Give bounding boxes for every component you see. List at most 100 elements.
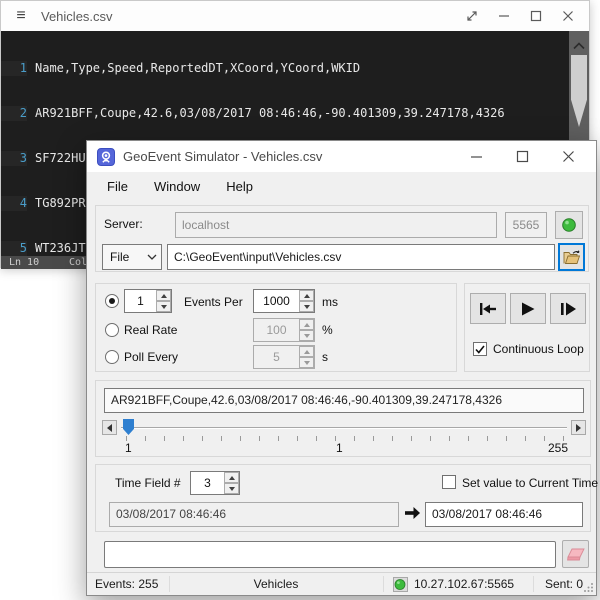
menu-window[interactable]: Window: [154, 179, 200, 194]
menu-help[interactable]: Help: [226, 179, 253, 194]
slider-right-button[interactable]: [571, 420, 586, 435]
simulated-time-field[interactable]: 03/08/2017 08:46:46: [425, 502, 583, 527]
server-address: 10.27.102.67:5565: [414, 577, 514, 591]
continuous-loop-label: Continuous Loop: [493, 342, 584, 356]
set-current-time-checkbox[interactable]: [442, 475, 456, 489]
play-icon: [519, 301, 537, 317]
close-icon[interactable]: [559, 7, 577, 25]
slider-left-button[interactable]: [102, 420, 117, 435]
current-event-field[interactable]: AR921BFF,Coupe,42.6,03/08/2017 08:46:46,…: [104, 388, 584, 413]
events-per-radio[interactable]: [105, 294, 119, 308]
simulation-name: Vehicles: [169, 577, 383, 591]
editor-window-title: Vehicles.csv: [41, 9, 463, 24]
check-icon: [475, 345, 485, 354]
spin-up-icon[interactable]: [299, 346, 314, 357]
events-count: Events: 255: [95, 577, 158, 591]
desktop: ≡ Vehicles.csv 1Name,Type,Speed,Reporte: [0, 0, 600, 600]
menubar: File Window Help: [87, 172, 596, 201]
real-rate-spinner[interactable]: 100: [253, 318, 315, 342]
connection-status-icon: [393, 577, 408, 592]
expand-icon[interactable]: [463, 7, 481, 25]
chevron-down-icon: [143, 254, 161, 260]
events-per-label: Events Per: [184, 295, 243, 309]
geoevent-app-icon: [97, 148, 115, 166]
maps-to-arrow-icon: [404, 506, 421, 520]
slider-ticks: [126, 436, 566, 441]
geoevent-simulator-window: GeoEvent Simulator - Vehicles.csv File W…: [86, 140, 597, 596]
column-indicator: Col: [69, 256, 87, 269]
rate-group: 1 Events Per 1000 ms Real Rate 100 % Pol…: [95, 283, 457, 372]
event-count-spinner[interactable]: 1: [124, 289, 172, 313]
connected-icon: [561, 217, 577, 233]
minimize-icon[interactable]: [495, 7, 513, 25]
spin-up-icon[interactable]: [299, 290, 314, 301]
step-forward-icon: [558, 301, 578, 317]
spin-up-icon[interactable]: [156, 290, 171, 301]
play-button[interactable]: [510, 293, 546, 324]
minimize-icon[interactable]: [466, 147, 486, 167]
arrow-right-icon: [576, 424, 581, 432]
source-type-dropdown[interactable]: File: [102, 244, 162, 270]
simulator-titlebar: GeoEvent Simulator - Vehicles.csv: [87, 141, 596, 172]
slider-min-label: 1: [125, 441, 132, 455]
connect-button[interactable]: [555, 211, 583, 239]
simulator-statusbar: Events: 255 Vehicles 10.27.102.67:5565 S…: [87, 572, 596, 595]
server-port-field[interactable]: 5565: [505, 212, 547, 238]
sent-count: Sent: 0: [545, 577, 583, 591]
skip-to-start-icon: [478, 301, 498, 317]
playback-group: Continuous Loop: [464, 283, 590, 372]
simulator-window-title: GeoEvent Simulator - Vehicles.csv: [123, 149, 466, 164]
editor-titlebar: ≡ Vehicles.csv: [1, 1, 589, 31]
real-rate-radio[interactable]: [105, 323, 119, 337]
arrow-left-icon: [107, 424, 112, 432]
spin-down-icon[interactable]: [156, 301, 171, 312]
percent-unit-label: %: [322, 323, 333, 337]
ms-unit-label: ms: [322, 295, 338, 309]
slider-max-label: 255: [548, 441, 568, 455]
scrollbar-thumb[interactable]: [571, 55, 587, 127]
hamburger-menu-icon[interactable]: ≡: [1, 7, 41, 25]
interval-spinner[interactable]: 1000: [253, 289, 315, 313]
eraser-icon: [567, 548, 585, 561]
close-icon[interactable]: [558, 147, 578, 167]
continuous-loop-checkbox[interactable]: [473, 342, 487, 356]
maximize-icon[interactable]: [512, 147, 532, 167]
set-current-time-label: Set value to Current Time: [462, 476, 598, 490]
maximize-icon[interactable]: [527, 7, 545, 25]
spin-down-icon[interactable]: [299, 330, 314, 341]
spin-down-icon[interactable]: [299, 357, 314, 368]
time-field-spinner[interactable]: 3: [190, 471, 240, 495]
preview-group: AR921BFF,Coupe,42.6,03/08/2017 08:46:46,…: [95, 380, 591, 457]
slider-current-label: 1: [336, 441, 343, 455]
poll-every-radio[interactable]: [105, 350, 119, 364]
real-rate-label: Real Rate: [124, 323, 177, 337]
server-label: Server:: [104, 217, 143, 231]
server-host-field[interactable]: localhost: [175, 212, 497, 238]
clear-log-button[interactable]: [562, 540, 589, 568]
event-slider-thumb[interactable]: [123, 419, 134, 435]
file-path-field[interactable]: C:\GeoEvent\input\Vehicles.csv: [167, 244, 555, 270]
menu-file[interactable]: File: [107, 179, 128, 194]
spin-up-icon[interactable]: [224, 472, 239, 483]
seconds-unit-label: s: [322, 350, 328, 364]
csv-line: 2AR921BFF,Coupe,42.6,03/08/2017 08:46:46…: [1, 106, 569, 121]
poll-spinner[interactable]: 5: [253, 345, 315, 369]
scroll-up-icon[interactable]: [573, 37, 585, 55]
poll-every-label: Poll Every: [124, 350, 178, 364]
message-log-field[interactable]: [104, 541, 556, 568]
spin-down-icon[interactable]: [224, 483, 239, 494]
skip-to-start-button[interactable]: [470, 293, 506, 324]
resize-grip[interactable]: [583, 582, 594, 593]
csv-line: 1Name,Type,Speed,ReportedDT,XCoord,YCoor…: [1, 61, 569, 76]
browse-file-button[interactable]: [558, 243, 585, 271]
spin-down-icon[interactable]: [299, 301, 314, 312]
time-group: Time Field # 3 Set value to Current Time…: [95, 464, 591, 532]
line-indicator: Ln 10: [9, 256, 39, 269]
server-group: Server: localhost 5565 File C:\GeoEvent\…: [95, 205, 589, 272]
step-forward-button[interactable]: [550, 293, 586, 324]
spin-up-icon[interactable]: [299, 319, 314, 330]
original-time-field[interactable]: 03/08/2017 08:46:46: [109, 502, 399, 527]
folder-open-icon: [563, 250, 581, 265]
time-field-label: Time Field #: [115, 476, 181, 490]
event-slider-track[interactable]: [121, 427, 567, 429]
